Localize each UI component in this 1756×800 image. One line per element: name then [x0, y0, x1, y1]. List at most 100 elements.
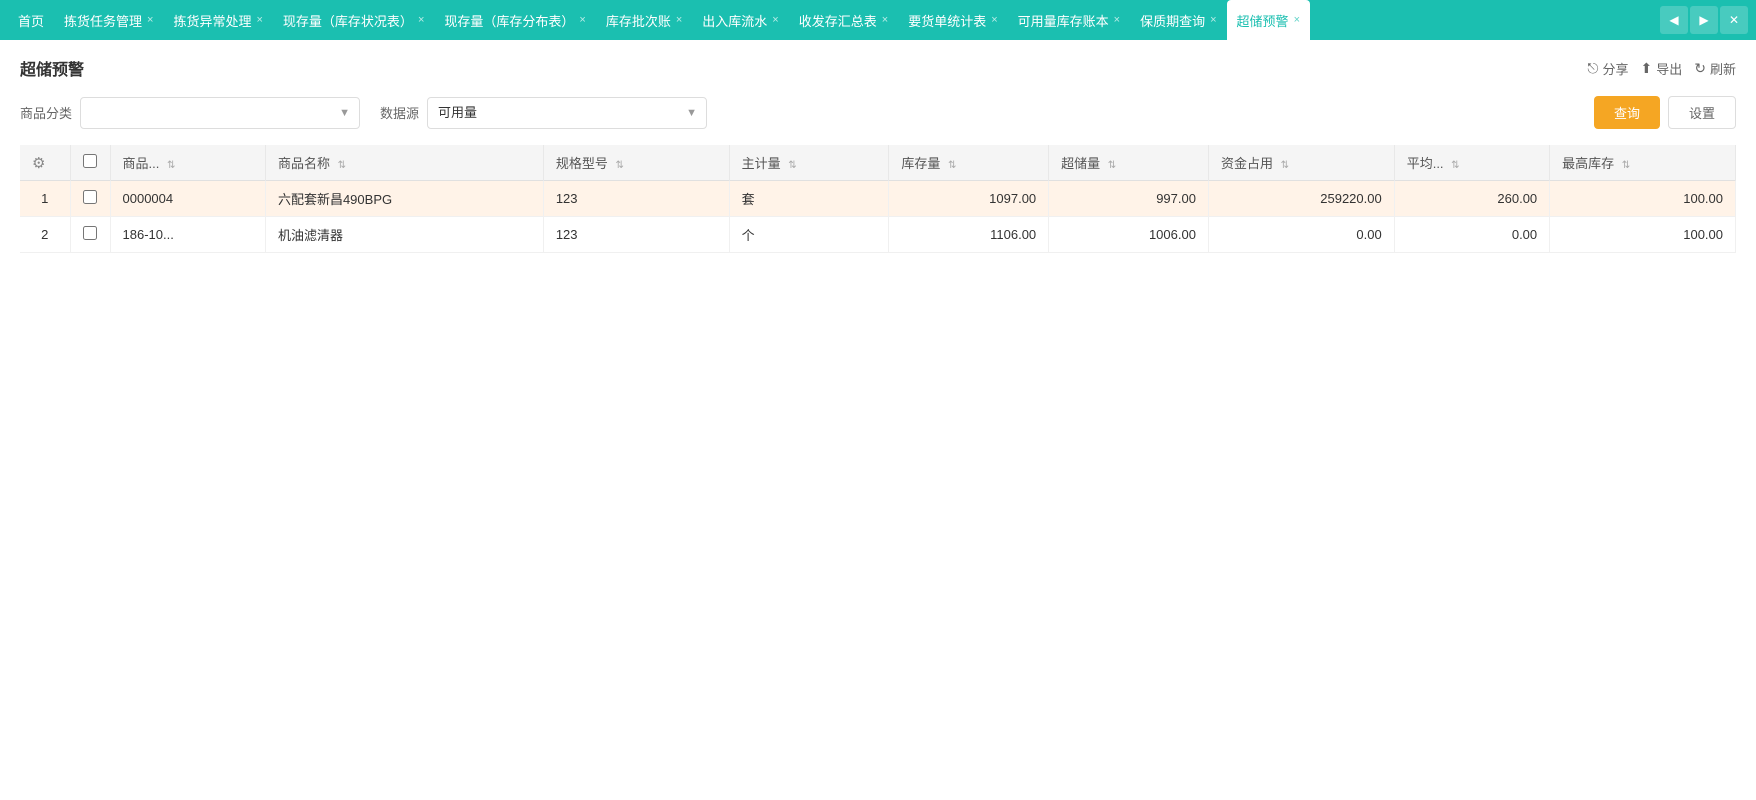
sort-icon-product-name: ⇅	[338, 160, 346, 171]
nav-arrow-left[interactable]: ◀	[1660, 6, 1688, 34]
select-all-checkbox[interactable]	[83, 154, 97, 168]
col-header-avg[interactable]: 平均... ⇅	[1394, 145, 1549, 181]
category-label: 商品分类	[20, 103, 72, 122]
sort-icon-stock: ⇅	[948, 160, 956, 171]
page-content: 超储预警 ⎋ 分享 ⬆ 导出 ↻ 刷新 商品分类 ▼	[0, 40, 1756, 800]
col-header-product-name[interactable]: 商品名称 ⇅	[265, 145, 543, 181]
cell-product-name: 六配套新昌490BPG	[265, 181, 543, 217]
row-checkbox-cell[interactable]	[70, 217, 110, 253]
export-icon: ⬆	[1641, 60, 1653, 77]
datasource-label: 数据源	[380, 103, 419, 122]
settings-button[interactable]: 设置	[1668, 96, 1736, 129]
cell-product-code: 186-10...	[110, 217, 265, 253]
action-buttons: 查询 设置	[1594, 96, 1736, 129]
close-available-stock[interactable]: ×	[1114, 14, 1120, 26]
page-header: 超储预警 ⎋ 分享 ⬆ 导出 ↻ 刷新	[20, 56, 1736, 80]
nav-available-stock[interactable]: 可用量库存账本 ×	[1008, 0, 1130, 40]
row-checkbox[interactable]	[83, 190, 97, 204]
row-checkbox-cell[interactable]	[70, 181, 110, 217]
filter-row: 商品分类 ▼ 数据源 可用量 库存量 ▼ 查询 设置	[20, 96, 1736, 129]
page-title: 超储预警	[20, 56, 84, 80]
col-header-stock[interactable]: 库存量 ⇅	[889, 145, 1049, 181]
top-navigation: 首页 拣货任务管理 × 拣货异常处理 × 现存量（库存状况表） × 现存量（库存…	[0, 0, 1756, 40]
close-inout-flow[interactable]: ×	[772, 14, 778, 26]
datasource-select-wrapper: 可用量 库存量 ▼	[427, 97, 707, 129]
refresh-icon: ↻	[1694, 60, 1706, 77]
close-stock-dist[interactable]: ×	[579, 14, 585, 26]
gear-icon: ⚙	[32, 155, 45, 172]
table-row: 1 0000004 六配套新昌490BPG 123 套 1097.00 997.…	[20, 181, 1736, 217]
table-body: 1 0000004 六配套新昌490BPG 123 套 1097.00 997.…	[20, 181, 1736, 253]
sort-icon-max-stock: ⇅	[1622, 160, 1630, 171]
close-overstock[interactable]: ×	[1294, 14, 1300, 26]
row-checkbox[interactable]	[83, 226, 97, 240]
nav-pick-exception[interactable]: 拣货异常处理 ×	[163, 0, 272, 40]
cell-capital: 259220.00	[1208, 181, 1394, 217]
close-stock-status[interactable]: ×	[418, 14, 424, 26]
nav-expiry[interactable]: 保质期查询 ×	[1130, 0, 1226, 40]
datasource-select[interactable]: 可用量 库存量	[427, 97, 707, 129]
cell-spec: 123	[543, 217, 729, 253]
nav-arrow-right[interactable]: ▶	[1690, 6, 1718, 34]
nav-stock-dist[interactable]: 现存量（库存分布表） ×	[434, 0, 595, 40]
col-header-capital[interactable]: 资金占用 ⇅	[1208, 145, 1394, 181]
nav-arrow-close[interactable]: ✕	[1720, 6, 1748, 34]
close-pick-task[interactable]: ×	[147, 14, 153, 26]
export-button[interactable]: ⬆ 导出	[1641, 59, 1683, 78]
close-stock-batch[interactable]: ×	[676, 14, 682, 26]
cell-stock: 1106.00	[889, 217, 1049, 253]
cell-stock: 1097.00	[889, 181, 1049, 217]
header-actions: ⎋ 分享 ⬆ 导出 ↻ 刷新	[1587, 59, 1736, 78]
sort-icon-capital: ⇅	[1281, 160, 1289, 171]
sort-icon-spec: ⇅	[615, 160, 623, 171]
close-order-stats[interactable]: ×	[991, 14, 997, 26]
nav-order-stats[interactable]: 要货单统计表 ×	[898, 0, 1007, 40]
cell-spec: 123	[543, 181, 729, 217]
col-header-max-stock[interactable]: 最高库存 ⇅	[1550, 145, 1736, 181]
datasource-filter-group: 数据源 可用量 库存量 ▼	[380, 97, 707, 129]
table-row: 2 186-10... 机油滤清器 123 个 1106.00 1006.00 …	[20, 217, 1736, 253]
sort-icon-product-code: ⇅	[167, 160, 175, 171]
query-button[interactable]: 查询	[1594, 96, 1660, 129]
nav-stock-status[interactable]: 现存量（库存状况表） ×	[273, 0, 434, 40]
col-header-unit[interactable]: 主计量 ⇅	[729, 145, 889, 181]
share-icon: ⎋	[1587, 60, 1598, 77]
cell-product-code: 0000004	[110, 181, 265, 217]
data-table: ⚙ 商品... ⇅ 商品名称 ⇅ 规格型号 ⇅ 主计量	[20, 145, 1736, 253]
cell-overstock: 997.00	[1049, 181, 1209, 217]
nav-stock-batch[interactable]: 库存批次账 ×	[596, 0, 692, 40]
sort-icon-avg: ⇅	[1451, 160, 1459, 171]
cell-capital: 0.00	[1208, 217, 1394, 253]
cell-max-stock: 100.00	[1550, 217, 1736, 253]
nav-overstock[interactable]: 超储预警 ×	[1227, 0, 1310, 40]
cell-avg: 0.00	[1394, 217, 1549, 253]
cell-avg: 260.00	[1394, 181, 1549, 217]
col-header-checkbox[interactable]	[70, 145, 110, 181]
category-select-wrapper: ▼	[80, 97, 360, 129]
nav-pick-task[interactable]: 拣货任务管理 ×	[54, 0, 163, 40]
close-summary[interactable]: ×	[882, 14, 888, 26]
col-header-overstock[interactable]: 超储量 ⇅	[1049, 145, 1209, 181]
nav-home[interactable]: 首页	[8, 0, 54, 40]
sort-icon-unit: ⇅	[788, 160, 796, 171]
cell-overstock: 1006.00	[1049, 217, 1209, 253]
table-header-row: ⚙ 商品... ⇅ 商品名称 ⇅ 规格型号 ⇅ 主计量	[20, 145, 1736, 181]
category-filter-group: 商品分类 ▼	[20, 97, 360, 129]
row-index: 1	[20, 181, 70, 217]
close-pick-exception[interactable]: ×	[256, 14, 262, 26]
nav-arrows: ◀ ▶ ✕	[1658, 6, 1748, 34]
share-button[interactable]: ⎋ 分享	[1587, 59, 1628, 78]
close-expiry[interactable]: ×	[1210, 14, 1216, 26]
category-select[interactable]	[80, 97, 360, 129]
cell-unit: 套	[729, 181, 889, 217]
cell-product-name: 机油滤清器	[265, 217, 543, 253]
col-header-spec[interactable]: 规格型号 ⇅	[543, 145, 729, 181]
cell-max-stock: 100.00	[1550, 181, 1736, 217]
nav-summary[interactable]: 收发存汇总表 ×	[789, 0, 898, 40]
refresh-button[interactable]: ↻ 刷新	[1694, 59, 1736, 78]
col-header-settings[interactable]: ⚙	[20, 145, 70, 181]
col-header-product-code[interactable]: 商品... ⇅	[110, 145, 265, 181]
row-index: 2	[20, 217, 70, 253]
cell-unit: 个	[729, 217, 889, 253]
nav-inout-flow[interactable]: 出入库流水 ×	[692, 0, 788, 40]
